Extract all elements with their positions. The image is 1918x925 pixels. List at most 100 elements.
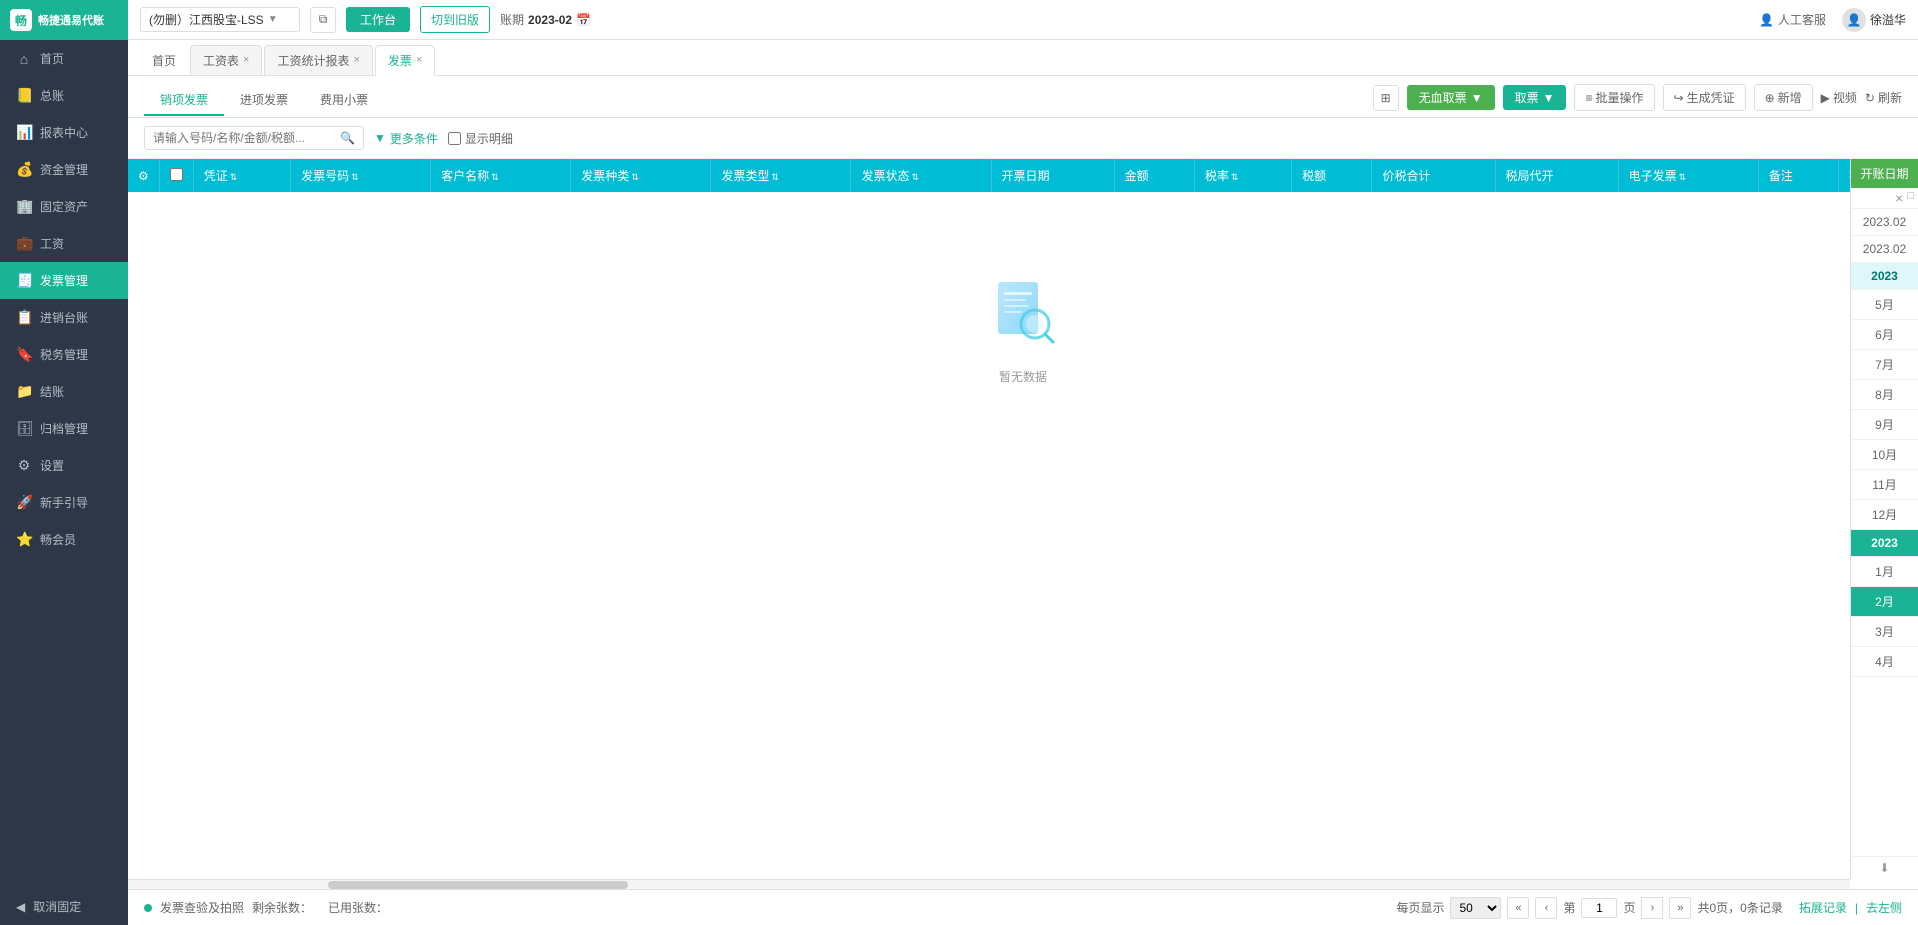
date-item-m12[interactable]: 12月 <box>1851 500 1918 530</box>
sidebar-item-report-label: 报表中心 <box>40 124 88 141</box>
sidebar-item-report[interactable]: 📊 报表中心 <box>0 114 128 151</box>
sidebar-item-asset[interactable]: 🏢 固定资产 <box>0 188 128 225</box>
company-selector[interactable]: (勿删）江西股宝-LSS ▼ <box>140 7 300 32</box>
tab-salary-table[interactable]: 工资表 × <box>190 45 262 75</box>
date-item-2023-02-1[interactable]: 2023.02 <box>1851 209 1918 236</box>
sidebar-item-archive[interactable]: 🗄 归档管理 <box>0 410 128 447</box>
more-filter-label: 更多条件 <box>390 130 438 147</box>
show-detail-checkbox[interactable] <box>448 132 461 145</box>
date-item-2023-02-2[interactable]: 2023.02 <box>1851 236 1918 263</box>
sales-icon: 📋 <box>16 309 32 326</box>
th-invoice-cat[interactable]: 发票类型⇅ <box>711 159 851 192</box>
open-period-btn[interactable]: 开账日期 <box>1851 159 1918 188</box>
date-panel-close-btn[interactable]: × <box>1895 190 1903 206</box>
sidebar-item-guide[interactable]: 🚀 新手引导 <box>0 484 128 521</box>
date-item-year-2023-active[interactable]: 2023 <box>1851 530 1918 557</box>
batch-op-btn[interactable]: ≡ 批量操作 <box>1574 84 1654 111</box>
fund-icon: 💰 <box>16 161 32 178</box>
date-item-m11[interactable]: 11月 <box>1851 470 1918 500</box>
th-tax-code[interactable]: 税局代开 <box>1495 159 1618 192</box>
h-scrollbar[interactable] <box>128 879 1850 889</box>
tab-bar: 首页 工资表 × 工资统计报表 × 发票 × <box>128 40 1918 76</box>
date-item-m7[interactable]: 7月 <box>1851 350 1918 380</box>
tab-salary-stat[interactable]: 工资统计报表 × <box>264 45 372 75</box>
new-btn[interactable]: ⊕ 新增 <box>1754 84 1813 111</box>
th-open-date[interactable]: 开票日期 <box>991 159 1114 192</box>
tab-invoice[interactable]: 发票 × <box>375 45 435 76</box>
date-item-m2[interactable]: 2月 <box>1851 587 1918 617</box>
th-tax-rate[interactable]: 税率⇅ <box>1194 159 1291 192</box>
video-btn[interactable]: ▶ 视频 <box>1821 89 1857 106</box>
sub-tab-expense[interactable]: 费用小票 <box>304 85 384 116</box>
date-panel-scroll-down-icon[interactable]: ⬇ <box>1879 861 1889 875</box>
sidebar-item-salary[interactable]: 💼 工资 <box>0 225 128 262</box>
sort-invoice-type-icon: ⇅ <box>631 172 639 182</box>
page-label: 第 <box>1563 899 1575 916</box>
th-settings[interactable]: ⚙ <box>128 159 159 192</box>
th-customer[interactable]: 客户名称⇅ <box>431 159 571 192</box>
prev-page-btn[interactable]: ‹ <box>1535 897 1557 919</box>
refresh-btn[interactable]: ↻ 刷新 <box>1865 89 1902 106</box>
th-electronic[interactable]: 电子发票⇅ <box>1618 159 1758 192</box>
sub-tab-sales[interactable]: 销项发票 <box>144 85 224 116</box>
date-item-m3[interactable]: 3月 <box>1851 617 1918 647</box>
first-page-btn[interactable]: « <box>1507 897 1529 919</box>
sub-tab-purchase[interactable]: 进项发票 <box>224 85 304 116</box>
th-total[interactable]: 价税合计 <box>1372 159 1495 192</box>
sidebar-item-fund[interactable]: 💰 资金管理 <box>0 151 128 188</box>
verify-indicator <box>144 904 152 912</box>
copy-company-btn[interactable]: ⧉ <box>310 7 336 33</box>
date-item-m10[interactable]: 10月 <box>1851 440 1918 470</box>
date-item-m6[interactable]: 6月 <box>1851 320 1918 350</box>
more-filter-btn[interactable]: ▼ 更多条件 <box>374 130 438 147</box>
switch-old-button[interactable]: 切到旧版 <box>420 6 490 33</box>
th-voucher[interactable]: 凭证⇅ <box>193 159 290 192</box>
last-page-btn[interactable]: » <box>1669 897 1691 919</box>
th-remark[interactable]: 备注 <box>1758 159 1838 192</box>
date-item-m5[interactable]: 5月 <box>1851 290 1918 320</box>
page-input[interactable]: 1 <box>1581 898 1617 918</box>
date-item-year-2023[interactable]: 2023 <box>1851 263 1918 290</box>
table-container[interactable]: ⚙ 凭证⇅ 发票号码⇅ 客户名称⇅ <box>128 159 1918 879</box>
user-menu[interactable]: 👤 徐溢华 <box>1842 8 1906 32</box>
report-icon: 📊 <box>16 124 32 141</box>
generate-voucher-btn[interactable]: ↪ 生成凭证 <box>1663 84 1746 111</box>
th-invoice-no[interactable]: 发票号码⇅ <box>291 159 431 192</box>
workspace-button[interactable]: 工作台 <box>346 7 410 32</box>
service-button[interactable]: 👤 人工客服 <box>1759 11 1826 28</box>
per-page-select[interactable]: 50 10 20 100 <box>1450 897 1501 919</box>
no-invoice-btn[interactable]: 无血取票 ▼ <box>1407 85 1495 110</box>
th-invoice-type[interactable]: 发票种类⇅ <box>571 159 711 192</box>
date-item-m1[interactable]: 1月 <box>1851 557 1918 587</box>
sidebar-item-ledger[interactable]: 📒 总账 <box>0 77 128 114</box>
date-item-m9[interactable]: 9月 <box>1851 410 1918 440</box>
sidebar-item-member[interactable]: ⭐ 畅会员 <box>0 521 128 558</box>
tab-home[interactable]: 首页 <box>140 46 188 75</box>
more-func-link[interactable]: 去左侧 <box>1866 899 1902 916</box>
get-ticket-btn[interactable]: 取票 ▼ <box>1503 85 1567 110</box>
th-status[interactable]: 发票状态⇅ <box>851 159 991 192</box>
sidebar-item-invoice[interactable]: 🧾 发票管理 <box>0 262 128 299</box>
th-amount[interactable]: 金额 <box>1114 159 1194 192</box>
tab-invoice-close[interactable]: × <box>416 55 422 66</box>
sidebar-item-settings[interactable]: ⚙ 设置 <box>0 447 128 484</box>
sidebar-item-close[interactable]: 📁 结账 <box>0 373 128 410</box>
tab-salary-stat-close[interactable]: × <box>353 55 359 66</box>
date-item-m4[interactable]: 4月 <box>1851 647 1918 677</box>
date-item-m8[interactable]: 8月 <box>1851 380 1918 410</box>
add-record-link[interactable]: 拓展记录 <box>1799 899 1847 916</box>
tab-salary-table-close[interactable]: × <box>243 55 249 66</box>
grid-settings-btn[interactable]: ⊞ <box>1373 85 1399 111</box>
close-books-icon: 📁 <box>16 383 32 400</box>
sidebar-item-tax[interactable]: 🔖 税务管理 <box>0 336 128 373</box>
sidebar-item-sales[interactable]: 📋 进销台账 <box>0 299 128 336</box>
th-checkbox[interactable] <box>159 159 193 192</box>
show-detail-checkbox-label[interactable]: 显示明细 <box>448 130 513 147</box>
sidebar-item-home[interactable]: ⌂ 首页 <box>0 40 128 77</box>
select-all-checkbox[interactable] <box>170 168 183 181</box>
search-input[interactable] <box>153 131 336 145</box>
th-tax[interactable]: 税额 <box>1292 159 1372 192</box>
next-page-btn[interactable]: › <box>1641 897 1663 919</box>
sidebar-collapse-btn[interactable]: ◀ 取消固定 <box>0 888 128 925</box>
date-panel-expand-icon[interactable]: □ <box>1907 190 1914 206</box>
